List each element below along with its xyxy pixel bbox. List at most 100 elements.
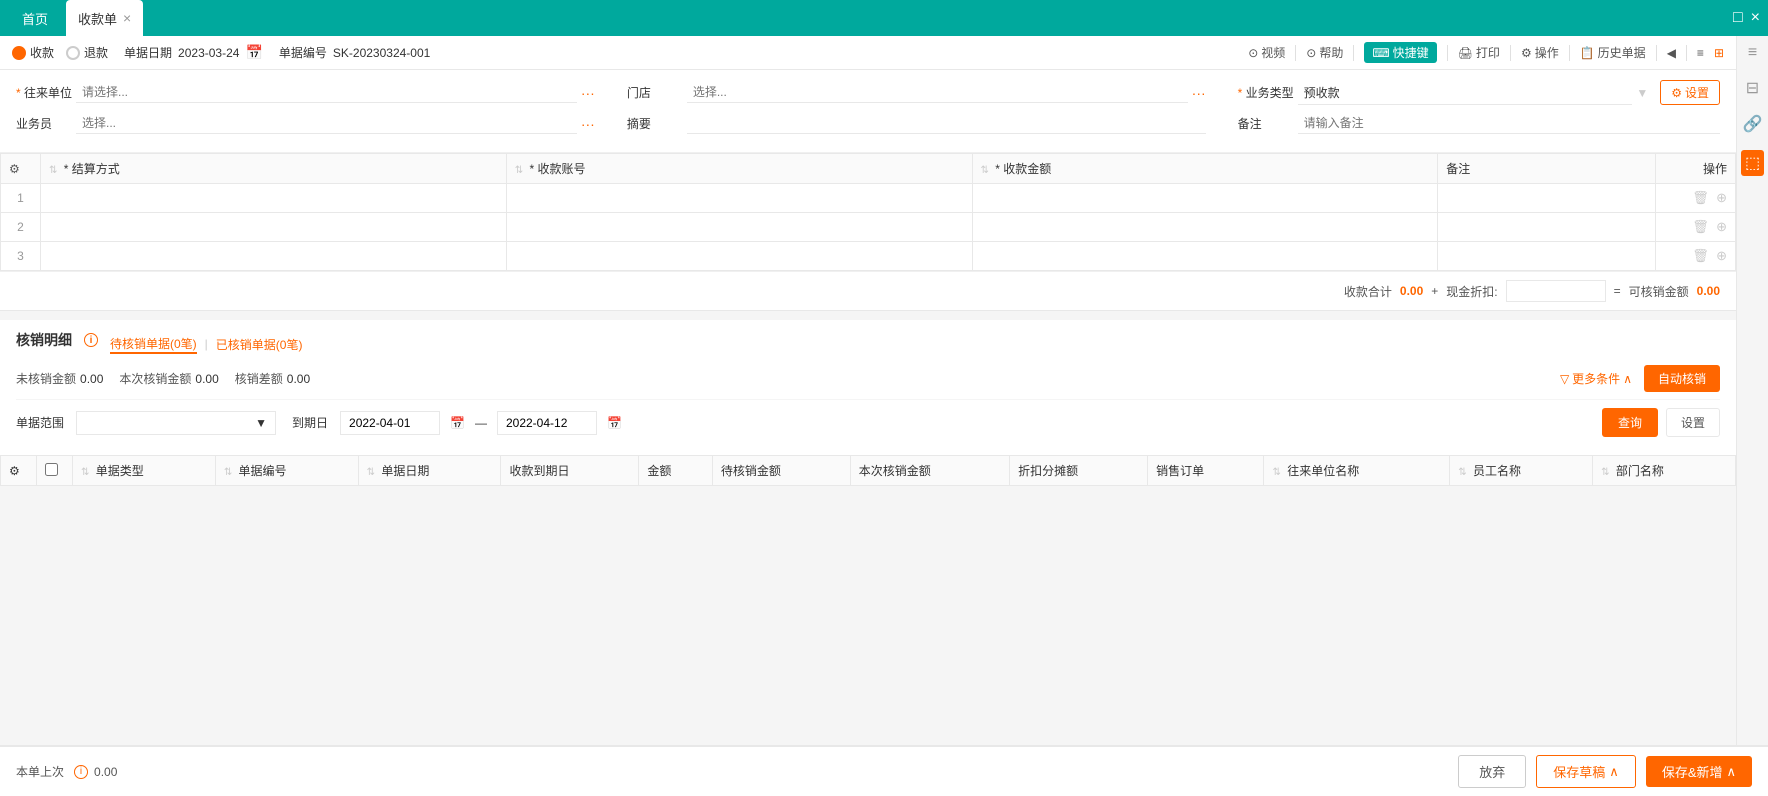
row1-account[interactable] [506,184,972,213]
tab-bar-controls: □ × [1733,9,1760,27]
tab-receipt[interactable]: 收款单 × [66,0,143,36]
th-amount: ⇅ * 收款金额 [972,154,1438,184]
row2-account[interactable] [506,213,972,242]
panel-icon-3[interactable]: 🔗 [1743,114,1763,134]
plus-sign: + [1431,284,1438,298]
row1-amount[interactable] [972,184,1438,213]
diff-label: 核销差额 [235,370,283,387]
tab-receipt-label: 收款单 [78,9,117,28]
panel-icon-1[interactable]: ≡ [1748,44,1757,62]
th-account-label: * 收款账号 [529,162,585,176]
note-input[interactable] [1298,113,1720,134]
row2-note[interactable] [1438,213,1656,242]
row3-payment[interactable] [41,242,507,271]
partner-input[interactable] [76,82,577,103]
biz-type-arrow[interactable]: ▼ [1636,86,1648,100]
row1-copy-icon[interactable]: ⊕ [1716,190,1727,205]
row3-copy-icon[interactable]: ⊕ [1716,248,1727,263]
due-date-from[interactable] [340,411,440,435]
row2-payment[interactable] [41,213,507,242]
calendar-icon[interactable]: 📅 [245,44,262,61]
print-btn[interactable]: 🖨 打印 [1458,44,1500,61]
shortcut-btn[interactable]: ⌨ 快捷键 [1364,42,1436,63]
radio-receipt-label: 收款 [30,44,54,61]
main-content: 收款 退款 单据日期 2023-03-24 📅 单据编号 SK-20230324… [0,36,1736,536]
doc-type-radio: 收款 退款 [12,44,108,61]
history-icon: 📋 [1580,46,1595,60]
panel-icon-4[interactable]: ⬚ [1741,150,1764,176]
doc-range-label: 单据范围 [16,414,64,431]
store-input[interactable] [687,82,1188,103]
summary-input[interactable] [687,113,1206,134]
maximize-icon[interactable]: □ [1733,9,1743,27]
tab-done[interactable]: 已核销单据(0笔) [216,336,303,353]
row1-note[interactable] [1438,184,1656,213]
help-label: 帮助 [1319,44,1343,61]
tab-pending[interactable]: 待核销单据(0笔) [110,335,197,354]
video-btn[interactable]: ⊙ 视频 [1248,44,1285,61]
row2-delete-icon[interactable]: 🗑 [1692,219,1709,234]
bth-sales-order-label: 销售订单 [1156,464,1204,478]
bth-doc-type-label: 单据类型 [96,464,144,478]
window-close-icon[interactable]: × [1751,9,1760,27]
row3-note[interactable] [1438,242,1656,271]
save-new-button[interactable]: 保存&新增 ∧ [1646,756,1752,787]
settings-button[interactable]: ⚙ 设置 [1660,80,1720,105]
doc-range-select[interactable]: ▼ [76,411,276,435]
query-button[interactable]: 查询 [1602,408,1658,437]
row2-copy-icon[interactable]: ⊕ [1716,219,1727,234]
help-btn[interactable]: ⊙ 帮助 [1306,44,1343,61]
operation-btn[interactable]: ⚙ 操作 [1521,44,1559,61]
diff-value: 0.00 [287,372,310,386]
abandon-button[interactable]: 放弃 [1458,755,1526,788]
row3-account[interactable] [506,242,972,271]
last-info-icon[interactable]: i [74,765,88,779]
current-stat: 本次核销金额 0.00 [119,370,218,387]
th-payment-label: * 结算方式 [64,162,120,176]
verify-info-icon[interactable]: i [84,333,98,347]
col-settings-icon[interactable]: ⚙ [9,162,20,176]
tab-close-icon[interactable]: × [123,10,131,26]
radio-receipt[interactable]: 收款 [12,44,54,61]
due-date-to[interactable] [497,411,597,435]
bth-doc-date: ⇅ 单据日期 [358,456,501,486]
auto-verify-button[interactable]: 自动核销 [1644,365,1720,392]
staff-input[interactable] [76,113,577,134]
video-label: 视频 [1261,44,1285,61]
prev-icon[interactable]: ◀ [1667,46,1676,60]
row2-amount[interactable] [972,213,1438,242]
row1-delete-icon[interactable]: 🗑 [1692,190,1709,205]
store-more-icon[interactable]: ··· [1192,85,1206,101]
layout-icon[interactable]: ≡ [1697,46,1704,60]
setting-button[interactable]: 设置 [1666,408,1720,437]
save-draft-button[interactable]: 保存草稿 ∧ [1536,755,1636,788]
select-all-checkbox[interactable] [45,463,58,476]
grid-icon[interactable]: ⊞ [1714,46,1724,60]
form-section: 往来单位 ··· 门店 ··· 业务类型 预收款 ▼ ⚙ 设置 [0,70,1736,153]
btable-settings-icon[interactable]: ⚙ [9,464,20,478]
radio-refund[interactable]: 退款 [66,44,108,61]
due-date-field: 到期日 📅 — 📅 [292,411,622,435]
panel-icon-2[interactable]: ⊟ [1746,78,1759,98]
bth-amount-label: 金额 [647,464,671,478]
th-note-label: 备注 [1446,162,1470,176]
to-calendar-icon[interactable]: 📅 [607,416,622,430]
th-note: 备注 [1438,154,1656,184]
bth-settings: ⚙ [1,456,37,486]
radio-refund-circle [66,46,80,60]
history-btn[interactable]: 📋 历史单据 [1580,44,1646,61]
tab-home[interactable]: 首页 [8,0,62,36]
row-num-3: 3 [1,242,41,271]
from-calendar-icon[interactable]: 📅 [450,416,465,430]
staff-more-icon[interactable]: ··· [581,116,595,132]
current-label: 本次核销金额 [119,370,191,387]
discount-input[interactable] [1506,280,1606,302]
chevron-up-icon: ∧ [1623,372,1632,386]
row3-delete-icon[interactable]: 🗑 [1692,248,1709,263]
verify-title: 核销明细 i [16,330,98,350]
partner-more-icon[interactable]: ··· [581,85,595,101]
partner-label: 往来单位 [16,84,76,101]
row1-payment[interactable] [41,184,507,213]
more-conditions-btn[interactable]: ▽ 更多条件 ∧ [1560,370,1632,387]
row3-amount[interactable] [972,242,1438,271]
